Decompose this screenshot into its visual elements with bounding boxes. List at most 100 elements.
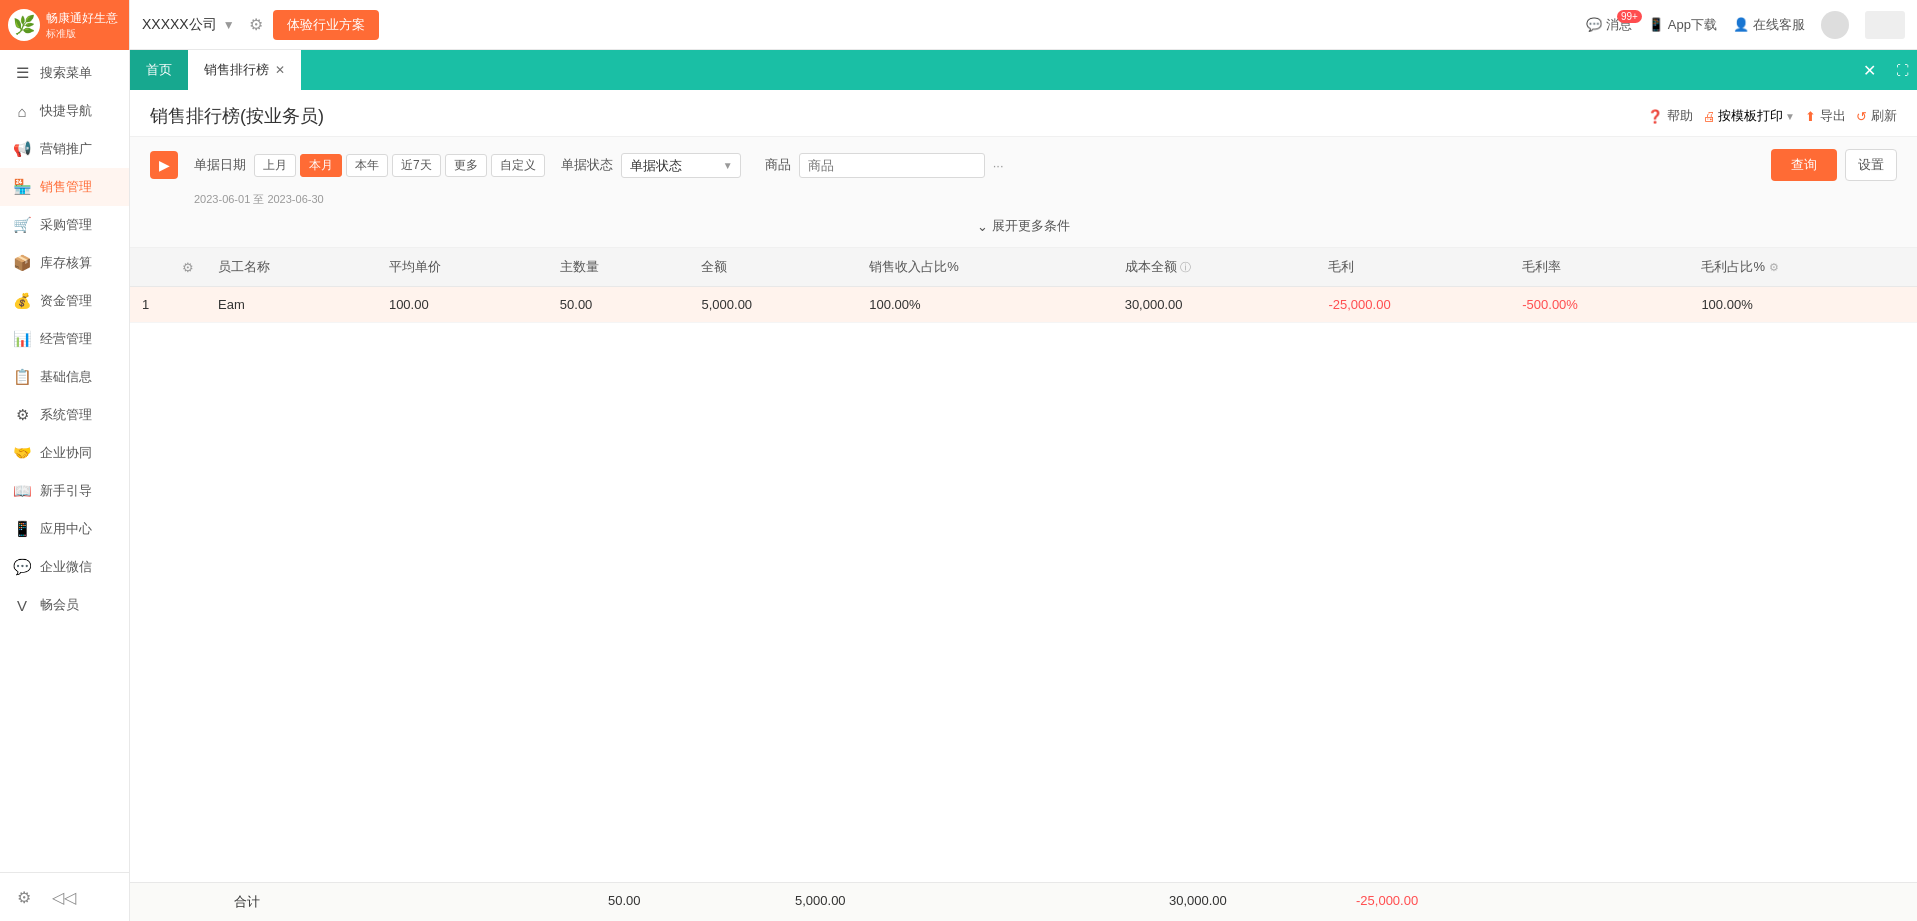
export-icon: ⬆	[1805, 109, 1816, 124]
goods-input[interactable]	[799, 153, 985, 178]
cell-amount: 5,000.00	[689, 287, 857, 323]
cell-gross: -25,000.00	[1316, 287, 1510, 323]
settings-panel-button[interactable]: 设置	[1845, 149, 1897, 181]
message-item[interactable]: 💬 消息 99+	[1586, 16, 1632, 34]
logo-text: 畅康通好生意 标准版	[46, 10, 118, 41]
query-button[interactable]: 查询	[1771, 149, 1837, 181]
content-area: 销售排行榜(按业务员) ❓ 帮助 🖨 按模板打印 ▼ ⬆ 导出 ↺ 刷新	[130, 90, 1917, 921]
sidebar-item-system[interactable]: ⚙ 系统管理	[0, 396, 129, 434]
tab-sales-ranking[interactable]: 销售排行榜 ✕	[188, 50, 301, 90]
company-name: XXXXX公司	[142, 16, 217, 34]
goods-filter: 商品 ···	[765, 153, 1004, 178]
tabbar: 首页 销售排行榜 ✕ ✕ ⛶	[130, 50, 1917, 90]
export-button[interactable]: ⬆ 导出	[1805, 107, 1846, 125]
col-gross-rate: 毛利率	[1510, 248, 1689, 287]
sidebar-item-search[interactable]: ☰ 搜索菜单	[0, 54, 129, 92]
user-avatar[interactable]	[1821, 11, 1849, 39]
expand-icon: ⌄	[977, 219, 988, 234]
refresh-button[interactable]: ↺ 刷新	[1856, 107, 1897, 125]
col-settings[interactable]: ⚙	[170, 248, 206, 287]
sales-icon: 🏪	[12, 178, 32, 196]
sidebar-collapse-btn[interactable]: ◁◁	[48, 881, 80, 913]
status-select[interactable]: 单据状态	[621, 153, 741, 178]
col-amount: 全额	[689, 248, 857, 287]
sidebar-item-purchase[interactable]: 🛒 采购管理	[0, 206, 129, 244]
topbar-right: 💬 消息 99+ 📱 App下载 👤 在线客服	[1586, 11, 1905, 39]
table-header-row: ⚙ 员工名称 平均单价 主数量 全额 销售收入占比% 成本全额 ⓘ 毛利 毛利率…	[130, 248, 1917, 287]
filter-bar: ▶ 单据日期 上月 本月 本年 近7天 更多 自定义 单据状态	[130, 137, 1917, 248]
date-btn-this-month[interactable]: 本月	[300, 154, 342, 177]
trial-button[interactable]: 体验行业方案	[273, 10, 379, 40]
print-dropdown[interactable]: 🖨 按模板打印 ▼	[1703, 107, 1795, 125]
sidebar-item-apps[interactable]: 📱 应用中心	[0, 510, 129, 548]
sidebar-item-basic-info[interactable]: 📋 基础信息	[0, 358, 129, 396]
operations-icon: 📊	[12, 330, 32, 348]
footer-quantity: 50.00	[596, 893, 783, 911]
finance-icon: 💰	[12, 292, 32, 310]
expand-more-btn[interactable]: ⌄ 展开更多条件	[977, 217, 1070, 235]
cell-index: 1	[130, 287, 170, 323]
help-button[interactable]: ❓ 帮助	[1647, 107, 1693, 125]
sidebar-item-enterprise[interactable]: 🤝 企业协同	[0, 434, 129, 472]
cell-cost: 30,000.00	[1113, 287, 1317, 323]
more-filter-icon[interactable]: ···	[993, 158, 1004, 173]
company-chevron-icon: ▼	[223, 18, 235, 32]
tab-close-icon[interactable]: ✕	[275, 63, 285, 77]
filter-row-main: ▶ 单据日期 上月 本月 本年 近7天 更多 自定义 单据状态	[150, 149, 1897, 181]
sidebar: 🌿 畅康通好生意 标准版 ☰ 搜索菜单 ⌂ 快捷导航 📢 营销推广 🏪 销售管理…	[0, 0, 130, 921]
date-btn-this-year[interactable]: 本年	[346, 154, 388, 177]
sidebar-item-inventory[interactable]: 📦 库存核算	[0, 244, 129, 282]
col-gross-ratio: 毛利占比% ⚙	[1689, 248, 1917, 287]
company-selector[interactable]: XXXXX公司 ▼	[142, 16, 235, 34]
action-buttons-group: 查询 设置	[1771, 149, 1897, 181]
tabbar-expand-btn[interactable]: ⛶	[1888, 63, 1917, 78]
date-btn-custom[interactable]: 自定义	[491, 154, 545, 177]
basic-info-icon: 📋	[12, 368, 32, 386]
date-btn-last-7-days[interactable]: 近7天	[392, 154, 441, 177]
cell-gross-rate: -500.00%	[1510, 287, 1689, 323]
sidebar-item-quicknav[interactable]: ⌂ 快捷导航	[0, 92, 129, 130]
main-area: XXXXX公司 ▼ ⚙ 体验行业方案 💬 消息 99+ 📱 App下载 👤 在线…	[130, 0, 1917, 921]
tabbar-close-btn[interactable]: ✕	[1851, 61, 1888, 80]
date-btn-last-month[interactable]: 上月	[254, 154, 296, 177]
marketing-icon: 📢	[12, 140, 32, 158]
sidebar-item-guide[interactable]: 📖 新手引导	[0, 472, 129, 510]
footer-amount: 5,000.00	[783, 893, 970, 911]
goods-label: 商品	[765, 156, 791, 174]
print-dropdown-arrow-icon: ▼	[1785, 111, 1795, 122]
table-container: ⚙ 员工名称 平均单价 主数量 全额 销售收入占比% 成本全额 ⓘ 毛利 毛利率…	[130, 248, 1917, 882]
expand-row: ⌄ 展开更多条件	[150, 217, 1897, 235]
user-name-tag	[1865, 11, 1905, 39]
page-header: 销售排行榜(按业务员) ❓ 帮助 🖨 按模板打印 ▼ ⬆ 导出 ↺ 刷新	[130, 90, 1917, 137]
footer-gross: -25,000.00	[1344, 893, 1531, 911]
tab-sales-ranking-label: 销售排行榜	[204, 61, 269, 79]
date-btn-more[interactable]: 更多	[445, 154, 487, 177]
date-range-sub: 2023-06-01 至 2023-06-30	[150, 191, 1897, 207]
sidebar-item-marketing[interactable]: 📢 营销推广	[0, 130, 129, 168]
refresh-icon: ↺	[1856, 109, 1867, 124]
tab-home-label: 首页	[146, 61, 172, 79]
topbar: XXXXX公司 ▼ ⚙ 体验行业方案 💬 消息 99+ 📱 App下载 👤 在线…	[130, 0, 1917, 50]
sidebar-item-finance[interactable]: 💰 资金管理	[0, 282, 129, 320]
date-filter: 单据日期 上月 本月 本年 近7天 更多 自定义	[194, 154, 545, 177]
page-actions: ❓ 帮助 🖨 按模板打印 ▼ ⬆ 导出 ↺ 刷新	[1647, 107, 1897, 125]
message-badge: 99+	[1617, 10, 1642, 23]
col-name: 员工名称	[206, 248, 377, 287]
online-service-item[interactable]: 👤 在线客服	[1733, 16, 1805, 34]
sidebar-nav: ☰ 搜索菜单 ⌂ 快捷导航 📢 营销推广 🏪 销售管理 🛒 采购管理 📦 库存核…	[0, 50, 129, 872]
filter-collapse-btn[interactable]: ▶	[150, 151, 178, 179]
date-range-buttons: 上月 本月 本年 近7天 更多 自定义	[254, 154, 545, 177]
topbar-settings-icon[interactable]: ⚙	[249, 15, 263, 34]
col-sales-ratio: 销售收入占比%	[857, 248, 1112, 287]
tab-home[interactable]: 首页	[130, 50, 188, 90]
sidebar-item-wechat[interactable]: 💬 企业微信	[0, 548, 129, 586]
home-icon: ⌂	[12, 103, 32, 120]
sidebar-settings-btn[interactable]: ⚙	[8, 881, 40, 913]
sidebar-item-operations[interactable]: 📊 经营管理	[0, 320, 129, 358]
enterprise-icon: 🤝	[12, 444, 32, 462]
sidebar-item-member[interactable]: V 畅会员	[0, 586, 129, 624]
date-label: 单据日期	[194, 156, 246, 174]
app-download-item[interactable]: 📱 App下载	[1648, 16, 1717, 34]
status-filter: 单据状态 单据状态	[561, 153, 749, 178]
sidebar-item-sales[interactable]: 🏪 销售管理	[0, 168, 129, 206]
